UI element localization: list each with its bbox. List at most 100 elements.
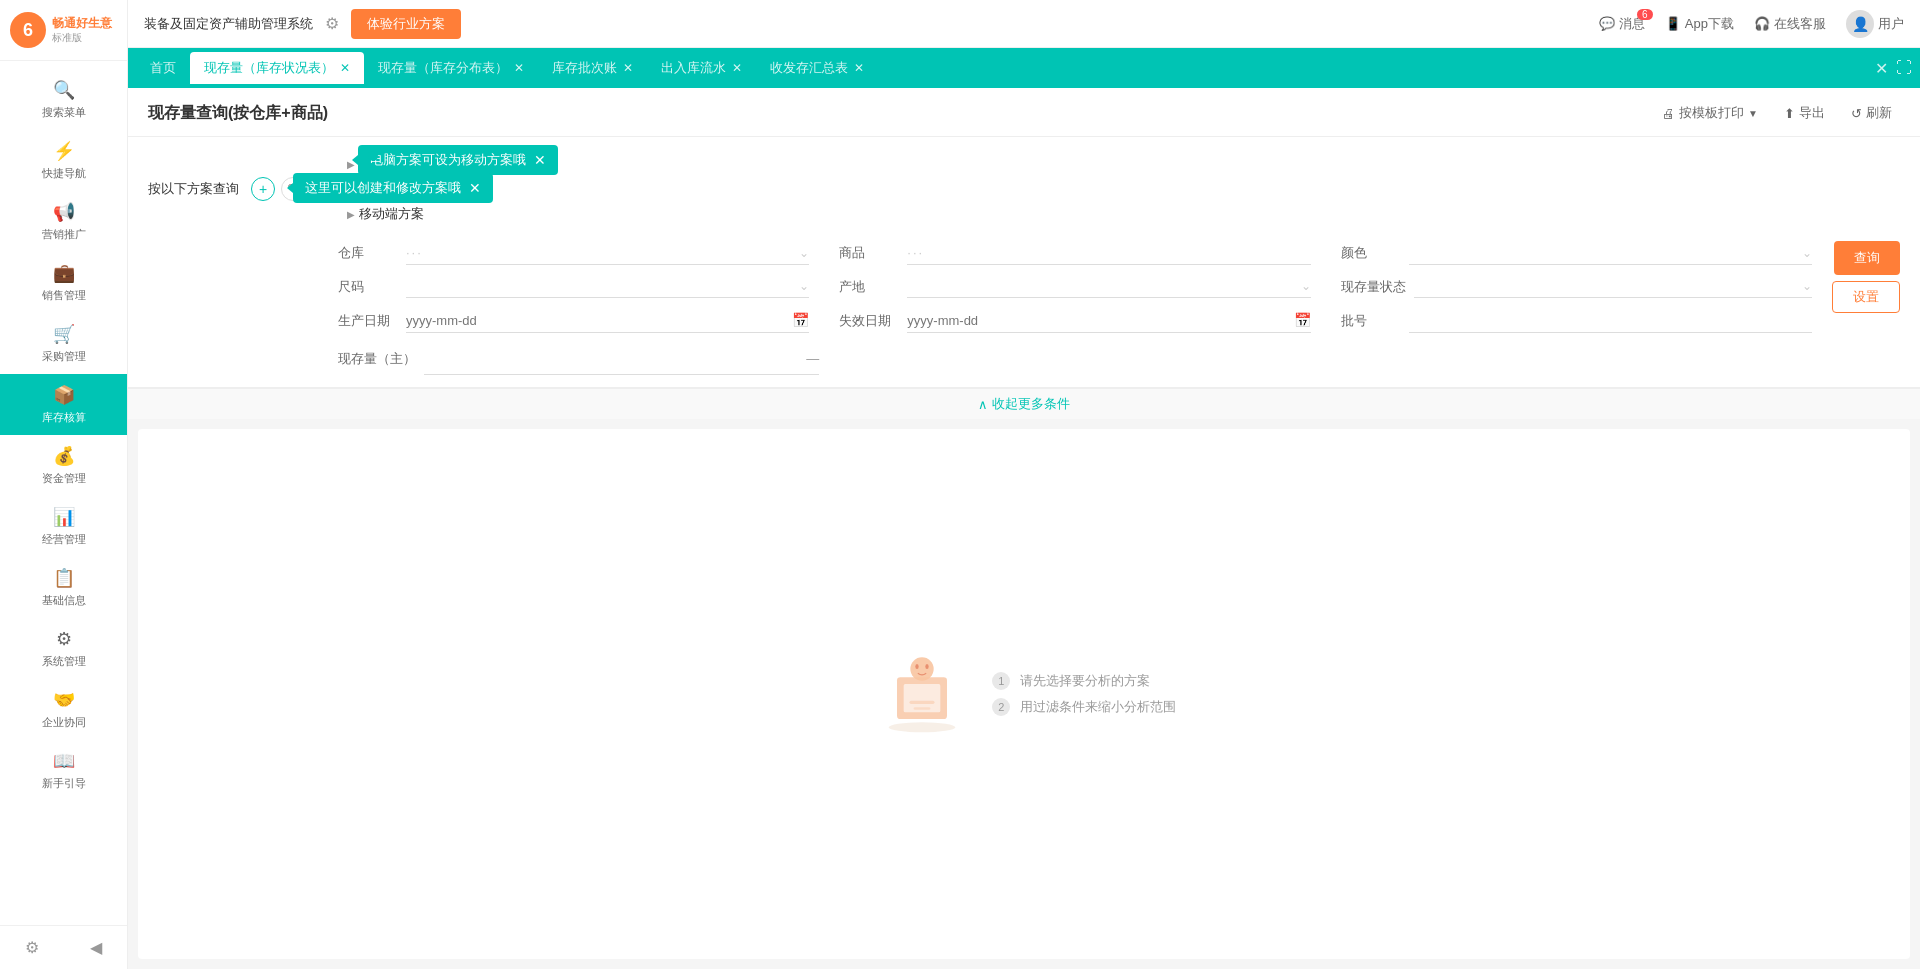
tab-close-icon[interactable]: ✕ bbox=[732, 62, 742, 74]
handshake-icon: 🤝 bbox=[53, 689, 75, 711]
collapse-sidebar-icon[interactable]: ◀ bbox=[90, 938, 102, 957]
tab-inout[interactable]: 出入库流水 ✕ bbox=[647, 52, 756, 84]
color-select[interactable]: ⌄ bbox=[1409, 242, 1812, 265]
sidebar-item-system[interactable]: ⚙ 系统管理 bbox=[0, 618, 127, 679]
sidebar-nav: 🔍 搜索菜单 ⚡ 快捷导航 📢 营销推广 💼 销售管理 🛒 采购管理 📦 库存核… bbox=[0, 61, 127, 925]
refresh-icon: ↺ bbox=[1851, 106, 1862, 121]
tab-inventory-dist[interactable]: 现存量（库存分布表） ✕ bbox=[364, 52, 538, 84]
empty-illustration bbox=[872, 644, 972, 744]
industry-btn[interactable]: 体验行业方案 bbox=[351, 9, 461, 39]
settings-bottom-icon[interactable]: ⚙ bbox=[25, 938, 39, 957]
sidebar-item-label: 销售管理 bbox=[42, 288, 86, 303]
search-icon: 🔍 bbox=[53, 79, 75, 101]
expiry-date-input[interactable] bbox=[907, 313, 1293, 328]
reset-btn[interactable]: 设置 bbox=[1832, 281, 1900, 313]
sidebar-item-sales[interactable]: 💼 销售管理 bbox=[0, 252, 127, 313]
tab-home[interactable]: 首页 bbox=[136, 52, 190, 84]
sidebar-item-finance[interactable]: 💰 资金管理 bbox=[0, 435, 127, 496]
expiry-date-label: 失效日期 bbox=[839, 312, 899, 330]
stock-main-field: 现存量（主） — bbox=[338, 343, 819, 375]
page-header: 现存量查询(按仓库+商品) 🖨 按模板打印 ▼ ⬆ 导出 ↺ 刷新 bbox=[128, 88, 1920, 137]
scheme-tooltip-text: 电脑方案可设为移动方案哦 bbox=[370, 151, 526, 169]
warehouse-field: 仓库 ··· ⌄ bbox=[338, 241, 809, 265]
search-btn[interactable]: 查询 bbox=[1834, 241, 1900, 275]
scheme-tooltip-close[interactable]: ✕ bbox=[534, 152, 546, 168]
export-btn[interactable]: ⬆ 导出 bbox=[1776, 100, 1833, 126]
production-date-input[interactable] bbox=[406, 313, 792, 328]
sidebar-item-label: 经营管理 bbox=[42, 532, 86, 547]
online-service-label: 在线客服 bbox=[1774, 15, 1826, 33]
sidebar-item-marketing[interactable]: 📢 营销推广 bbox=[0, 191, 127, 252]
range-sep: — bbox=[806, 351, 819, 366]
collapse-btn[interactable]: ∧ 收起更多条件 bbox=[978, 395, 1070, 413]
calendar-icon[interactable]: 📅 bbox=[1294, 312, 1311, 328]
sidebar-logo: 6 畅通好生意 标准版 bbox=[0, 0, 127, 61]
batch-input[interactable] bbox=[1409, 309, 1812, 333]
sidebar-bottom: ⚙ ◀ bbox=[0, 925, 127, 969]
filter-area: 按以下方案查询 + ✎ « ▶ 电脑端方案 bbox=[128, 137, 1920, 388]
maximize-icon[interactable]: ⛶ bbox=[1896, 59, 1912, 77]
user-label: 用户 bbox=[1878, 15, 1904, 33]
mobile-icon: 📱 bbox=[1665, 16, 1681, 31]
sidebar-item-purchase[interactable]: 🛒 采购管理 bbox=[0, 313, 127, 374]
sidebar-item-tutorial[interactable]: 📖 新手引导 bbox=[0, 740, 127, 801]
sidebar-item-basic[interactable]: 📋 基础信息 bbox=[0, 557, 127, 618]
tab-summary[interactable]: 收发存汇总表 ✕ bbox=[756, 52, 878, 84]
tab-close-icon[interactable]: ✕ bbox=[340, 62, 350, 74]
tab-batch[interactable]: 库存批次账 ✕ bbox=[538, 52, 647, 84]
size-select[interactable]: ⌄ bbox=[406, 275, 809, 298]
message-btn[interactable]: 💬 消息 6 bbox=[1599, 15, 1645, 33]
tab-label: 现存量（库存分布表） bbox=[378, 59, 508, 77]
close-tab-icon[interactable]: ✕ bbox=[1875, 59, 1888, 78]
scheme-mobile-node[interactable]: ▶ 移动端方案 bbox=[347, 203, 434, 225]
svg-point-5 bbox=[926, 664, 929, 669]
tab-label: 收发存汇总表 bbox=[770, 59, 848, 77]
sidebar-item-label: 快捷导航 bbox=[42, 166, 86, 181]
svg-rect-7 bbox=[914, 707, 931, 710]
color-label: 颜色 bbox=[1341, 244, 1401, 262]
tab-label: 现存量（库存状况表） bbox=[204, 59, 334, 77]
calendar-icon[interactable]: 📅 bbox=[792, 312, 809, 328]
sidebar-item-search[interactable]: 🔍 搜索菜单 bbox=[0, 69, 127, 130]
headset-icon: 🎧 bbox=[1754, 16, 1770, 31]
collapse-arrow: ▶ bbox=[347, 209, 355, 220]
warehouse-select[interactable]: ··· ⌄ bbox=[406, 241, 809, 265]
goods-label: 商品 bbox=[839, 244, 899, 262]
stock-status-select[interactable]: ⌄ bbox=[1414, 275, 1812, 298]
tab-close-icon[interactable]: ✕ bbox=[514, 62, 524, 74]
filter-label: 按以下方案查询 bbox=[148, 180, 239, 198]
scheme-tooltip: 电脑方案可设为移动方案哦 ✕ bbox=[358, 145, 558, 175]
origin-select[interactable]: ⌄ bbox=[907, 275, 1310, 298]
briefcase-icon: 💼 bbox=[53, 262, 75, 284]
stock-main-label: 现存量（主） bbox=[338, 350, 416, 368]
inventory-icon: 📦 bbox=[53, 384, 75, 406]
expiry-date-field: 失效日期 📅 bbox=[839, 308, 1310, 333]
goods-select[interactable]: ··· bbox=[907, 241, 1310, 265]
chevron-down-icon: ⌄ bbox=[1802, 279, 1812, 293]
export-label: 导出 bbox=[1799, 104, 1825, 122]
svg-point-3 bbox=[911, 657, 934, 680]
sidebar-item-inventory[interactable]: 📦 库存核算 bbox=[0, 374, 127, 435]
tab-inventory-status[interactable]: 现存量（库存状况表） ✕ bbox=[190, 52, 364, 84]
sidebar-item-management[interactable]: 📊 经营管理 bbox=[0, 496, 127, 557]
user-btn[interactable]: 👤 用户 bbox=[1846, 10, 1904, 38]
svg-rect-6 bbox=[910, 701, 935, 704]
collapse-label: 收起更多条件 bbox=[992, 395, 1070, 413]
svg-point-0 bbox=[889, 722, 956, 732]
megaphone-icon: 📢 bbox=[53, 201, 75, 223]
edit-tooltip-close[interactable]: ✕ bbox=[469, 180, 481, 196]
refresh-btn[interactable]: ↺ 刷新 bbox=[1843, 100, 1900, 126]
tab-close-icon[interactable]: ✕ bbox=[854, 62, 864, 74]
refresh-label: 刷新 bbox=[1866, 104, 1892, 122]
sidebar-item-quicknav[interactable]: ⚡ 快捷导航 bbox=[0, 130, 127, 191]
stock-range-from[interactable] bbox=[424, 347, 802, 370]
print-btn[interactable]: 🖨 按模板打印 ▼ bbox=[1654, 100, 1766, 126]
tab-home-label: 首页 bbox=[150, 59, 176, 77]
online-service-btn[interactable]: 🎧 在线客服 bbox=[1754, 15, 1826, 33]
sidebar-item-enterprise[interactable]: 🤝 企业协同 bbox=[0, 679, 127, 740]
sidebar-item-label: 库存核算 bbox=[42, 410, 86, 425]
settings-icon[interactable]: ⚙ bbox=[325, 14, 339, 33]
tab-close-icon[interactable]: ✕ bbox=[623, 62, 633, 74]
add-scheme-btn[interactable]: + bbox=[251, 177, 275, 201]
app-download-btn[interactable]: 📱 App下载 bbox=[1665, 15, 1734, 33]
